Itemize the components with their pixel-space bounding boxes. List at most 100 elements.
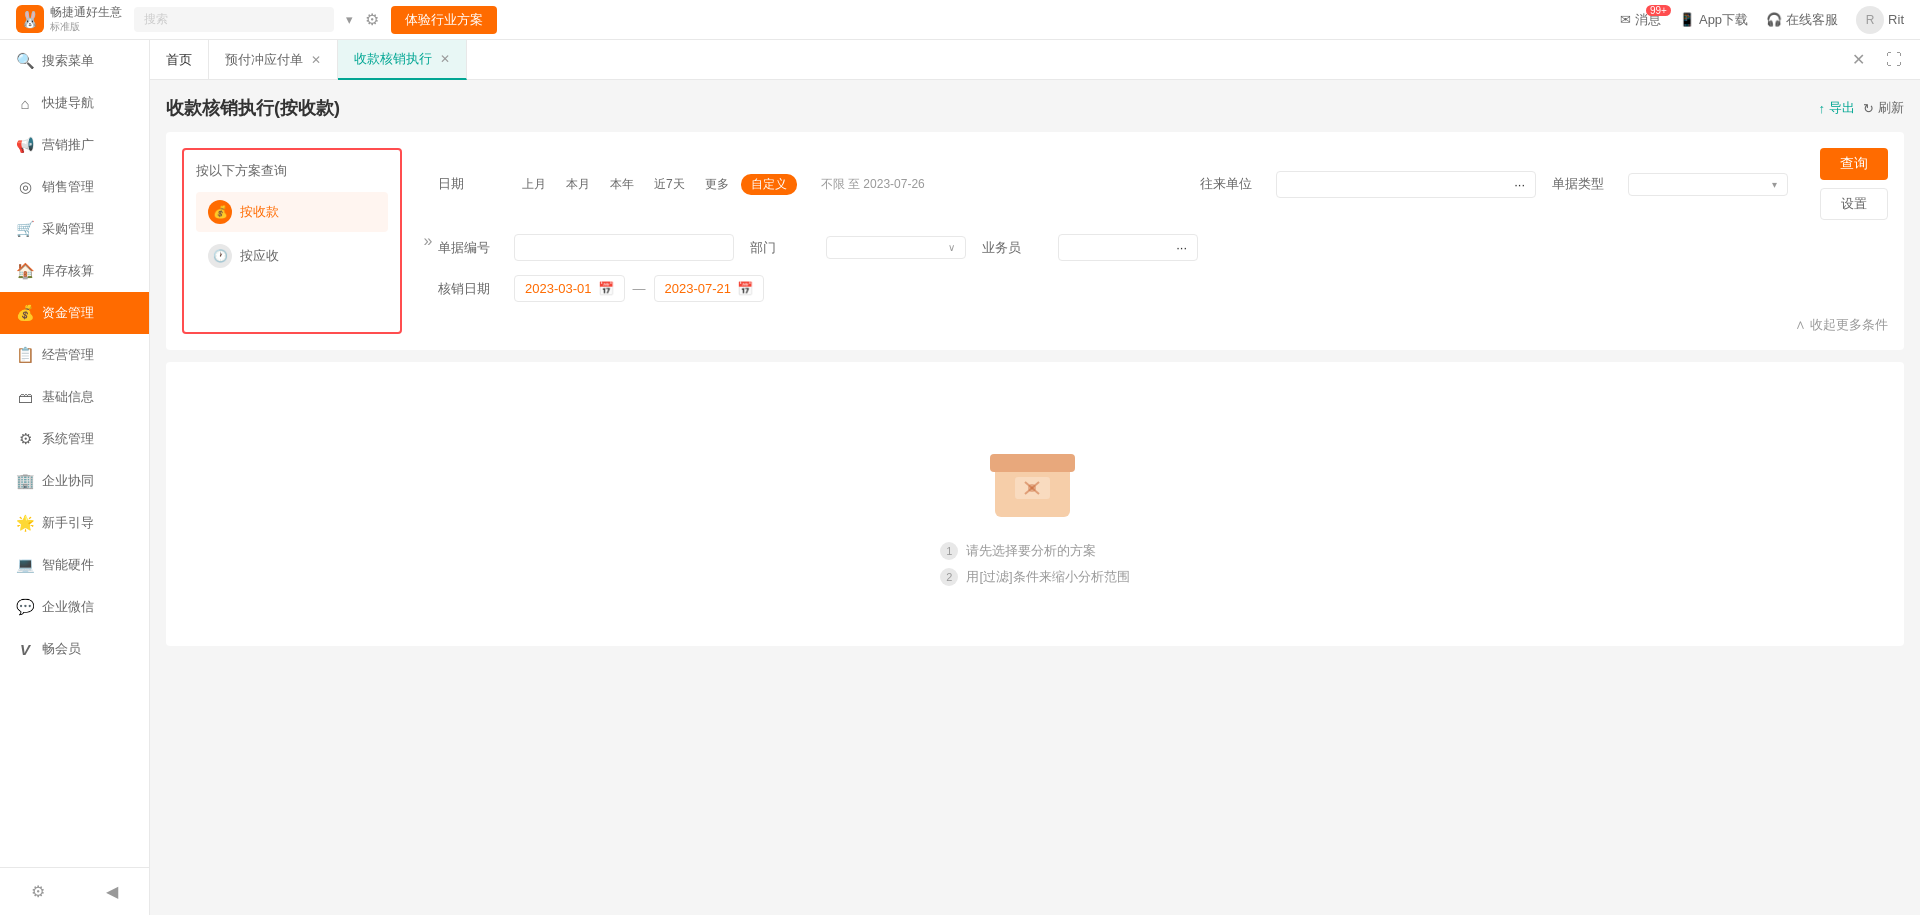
tab-receipt-close[interactable]: ✕ [440,52,450,66]
date-btn-custom[interactable]: 自定义 [741,174,797,195]
enterprise-icon: 🏢 [16,472,34,490]
tab-receipt-offset[interactable]: 收款核销执行 ✕ [338,40,467,80]
filter-collapse-btn[interactable]: » [418,148,438,334]
empty-hint-1: 1 请先选择要分析的方案 [940,542,1096,560]
filter-option-by-receivable[interactable]: 🕐 按应收 [196,236,388,276]
date-btn-this-year[interactable]: 本年 [602,174,642,195]
more-conditions-toggle[interactable]: ∧ 收起更多条件 [438,316,1888,334]
bill-type-select[interactable]: ▾ [1628,173,1788,196]
dropdown-icon[interactable]: ▾ [346,12,353,27]
date-no-limit-text: 不限 至 2023-07-26 [821,176,1184,193]
sidebar-item-inventory[interactable]: 🏠 库存核算 [0,250,149,292]
tab-home-label: 首页 [166,51,192,69]
sidebar-item-beginner[interactable]: 🌟 新手引导 [0,502,149,544]
settings-icon[interactable]: ⚙ [365,10,379,29]
partner-label: 往来单位 [1200,175,1260,193]
filter-area: 按以下方案查询 💰 按收款 🕐 按应收 » 日期 [166,132,1904,350]
filter-row-1: 日期 上月 本月 本年 近7天 更多 自定义 不限 至 2023-07-26 [438,148,1888,220]
export-icon: ↑ [1819,101,1826,116]
partner-select[interactable]: ··· [1276,171,1536,198]
sidebar-label-enterprise: 企业协同 [42,472,94,490]
by-receivable-label: 按应收 [240,247,279,265]
department-select[interactable]: ∨ [826,236,966,259]
by-receivable-icon: 🕐 [208,244,232,268]
bill-no-input[interactable] [514,234,734,261]
sidebar-item-finance[interactable]: 💰 资金管理 [0,292,149,334]
svg-rect-1 [990,454,1075,472]
brand-text: 畅捷通好生意 标准版 [50,5,122,33]
export-button[interactable]: ↑ 导出 [1819,99,1856,117]
partner-input-area: ··· [1276,171,1536,198]
sidebar-label-basic-info: 基础信息 [42,388,94,406]
staff-select[interactable]: ··· [1058,234,1198,261]
page-header-actions: ↑ 导出 ↻ 刷新 [1819,99,1905,117]
messages-button[interactable]: ✉ 消息 99+ [1620,11,1661,29]
date-btn-last-month[interactable]: 上月 [514,174,554,195]
sidebar-item-sales[interactable]: ◎ 销售管理 [0,166,149,208]
beginner-icon: 🌟 [16,514,34,532]
sidebar-collapse-btn[interactable]: ◀ [100,876,124,907]
sidebar-label-beginner: 新手引导 [42,514,94,532]
sidebar-item-system[interactable]: ⚙ 系统管理 [0,418,149,460]
user-area[interactable]: R Rit [1856,6,1904,34]
verify-date-end[interactable]: 2023-07-21 📅 [654,275,765,302]
top-bar: 🐰 畅捷通好生意 标准版 搜索 ▾ ⚙ 体验行业方案 ✉ 消息 99+ 📱 Ap… [0,0,1920,40]
operations-icon: 📋 [16,346,34,364]
tab-prepay-close[interactable]: ✕ [311,53,321,67]
solution-button[interactable]: 体验行业方案 [391,6,497,34]
sidebar-label-inventory: 库存核算 [42,262,94,280]
tab-prepay-label: 预付冲应付单 [225,51,303,69]
filter-left-title: 按以下方案查询 [196,162,388,180]
refresh-button[interactable]: ↻ 刷新 [1863,99,1904,117]
sidebar-label-search: 搜索菜单 [42,52,94,70]
page-content: 收款核销执行(按收款) ↑ 导出 ↻ 刷新 按以下方案查询 [150,80,1920,915]
sidebar-item-basic-info[interactable]: 🗃 基础信息 [0,376,149,418]
sidebar-item-operations[interactable]: 📋 经营管理 [0,334,149,376]
search-placeholder: 搜索 [144,12,168,26]
brand-sub: 标准版 [50,20,122,34]
filter-option-by-receipt[interactable]: 💰 按收款 [196,192,388,232]
sidebar-item-purchase[interactable]: 🛒 采购管理 [0,208,149,250]
sidebar-label-purchase: 采购管理 [42,220,94,238]
sidebar: 🔍 搜索菜单 ⌂ 快捷导航 📢 营销推广 ◎ 销售管理 🛒 采购管理 🏠 库存核… [0,40,150,915]
calendar-end-icon: 📅 [737,281,753,296]
date-btn-7days[interactable]: 近7天 [646,174,693,195]
search-icon: 🔍 [16,52,34,70]
online-service-button[interactable]: 🎧 在线客服 [1766,11,1838,29]
calendar-start-icon: 📅 [598,281,614,296]
tab-home[interactable]: 首页 [150,40,209,80]
query-button[interactable]: 查询 [1820,148,1888,180]
tab-bar-right: ✕ ⛶ [1844,46,1920,74]
verify-date-start[interactable]: 2023-03-01 📅 [514,275,625,302]
logo-icon: 🐰 [16,5,44,33]
more-conditions-label: ∧ 收起更多条件 [1795,316,1888,334]
sidebar-item-wechat[interactable]: 💬 企业微信 [0,586,149,628]
sidebar-label-member: 畅会员 [42,640,81,658]
sidebar-label-marketing: 营销推广 [42,136,94,154]
tab-window-close-btn[interactable]: ✕ [1844,46,1872,74]
date-btn-this-month[interactable]: 本月 [558,174,598,195]
staff-label: 业务员 [982,239,1042,257]
system-icon: ⚙ [16,430,34,448]
username: Rit [1888,12,1904,27]
home-icon: ⌂ [16,95,34,112]
sidebar-item-marketing[interactable]: 📢 营销推广 [0,124,149,166]
sidebar-item-search[interactable]: 🔍 搜索菜单 [0,40,149,82]
bill-type-label: 单据类型 [1552,175,1612,193]
sidebar-item-quick-nav[interactable]: ⌂ 快捷导航 [0,82,149,124]
settings-button[interactable]: 设置 [1820,188,1888,220]
sidebar-item-enterprise[interactable]: 🏢 企业协同 [0,460,149,502]
service-icon: 🎧 [1766,12,1782,27]
query-buttons: 查询 设置 [1820,148,1888,220]
sidebar-settings-btn[interactable]: ⚙ [25,876,51,907]
page-header: 收款核销执行(按收款) ↑ 导出 ↻ 刷新 [166,96,1904,120]
date-btn-more[interactable]: 更多 [697,174,737,195]
hint-text-2: 用[过滤]条件来缩小分析范围 [966,568,1129,586]
page-title: 收款核销执行(按收款) [166,96,340,120]
sidebar-item-hardware[interactable]: 💻 智能硬件 [0,544,149,586]
app-download-button[interactable]: 📱 App下载 [1679,11,1748,29]
partner-dots: ··· [1514,177,1525,192]
sidebar-item-member[interactable]: V 畅会员 [0,628,149,670]
tab-prepay-offset[interactable]: 预付冲应付单 ✕ [209,40,338,80]
tab-window-expand-btn[interactable]: ⛶ [1880,46,1908,74]
